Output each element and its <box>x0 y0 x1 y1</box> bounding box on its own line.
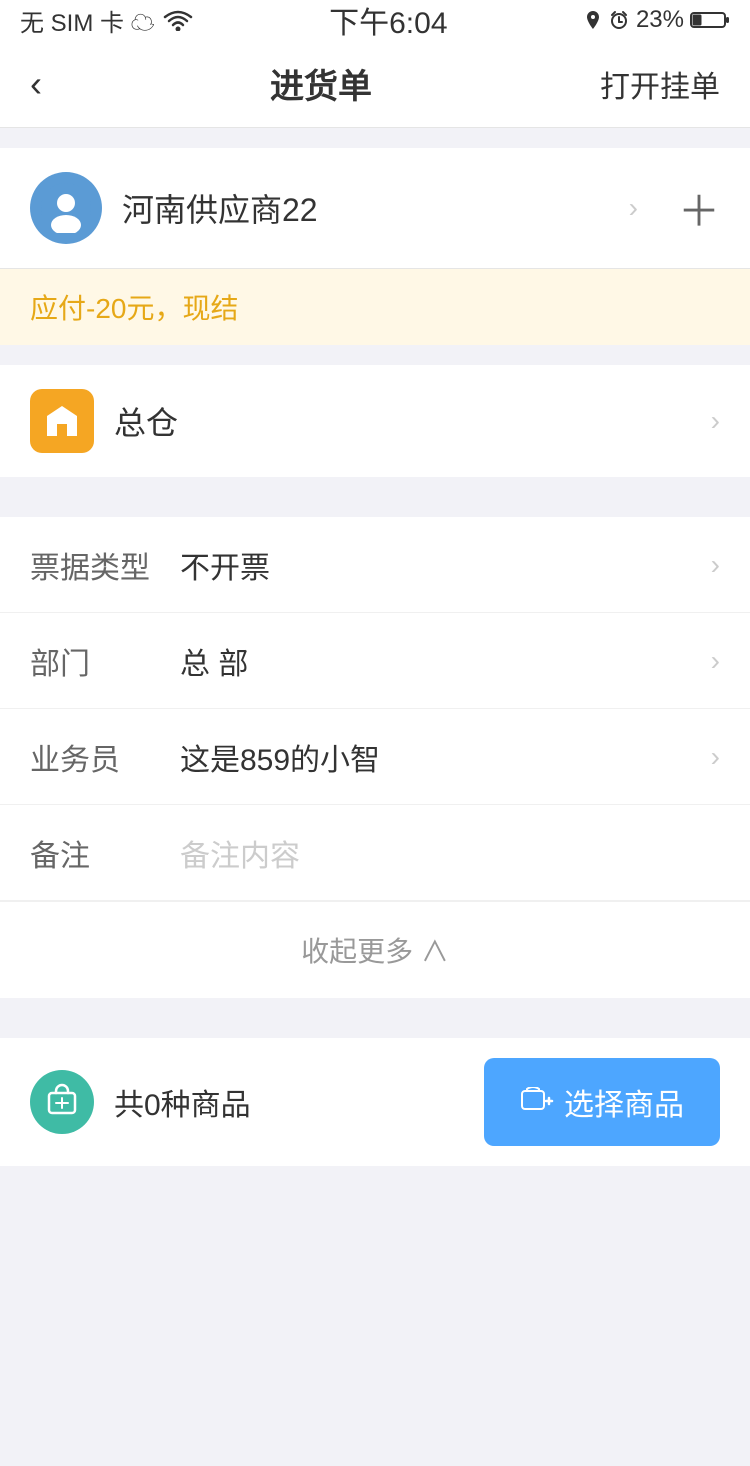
remark-row[interactable]: 备注 备注内容 <box>0 805 750 901</box>
remark-label: 备注 <box>30 831 170 875</box>
back-button[interactable]: ‹ <box>30 63 42 105</box>
add-supplier-button[interactable]: ＋ <box>678 178 720 239</box>
supplier-section: 河南供应商22 › ＋ 应付-20元，现结 <box>0 148 750 345</box>
top-divider <box>0 128 750 148</box>
supplier-row[interactable]: 河南供应商22 › ＋ <box>0 148 750 269</box>
open-pending-button[interactable]: 打开挂单 <box>600 62 720 106</box>
battery-text: 23% <box>636 6 684 34</box>
status-time: 下午6:04 <box>329 0 447 42</box>
mid-divider-1 <box>0 345 750 365</box>
department-value: 总 部 <box>170 639 711 683</box>
alarm-icon <box>608 9 630 31</box>
remark-input[interactable]: 备注内容 <box>170 831 720 875</box>
supplier-avatar <box>30 172 102 244</box>
battery-icon <box>690 10 730 30</box>
bottom-bar: 共0种商品 选择商品 <box>0 1038 750 1166</box>
invoice-type-value: 不开票 <box>170 543 711 587</box>
invoice-type-chevron-icon: › <box>711 549 720 581</box>
notice-banner: 应付-20元，现结 <box>0 269 750 345</box>
mid-divider-3 <box>0 998 750 1018</box>
status-right: 23% <box>584 6 730 34</box>
invoice-type-label: 票据类型 <box>30 543 170 587</box>
warehouse-row[interactable]: 总仓 › <box>0 365 750 477</box>
form-section: 票据类型 不开票 › 部门 总 部 › 业务员 这是859的小智 › 备注 备注… <box>0 517 750 998</box>
salesperson-chevron-icon: › <box>711 741 720 773</box>
department-chevron-icon: › <box>711 645 720 677</box>
status-left: 无 SIM 卡 ☁ <box>20 3 193 38</box>
department-row[interactable]: 部门 总 部 › <box>0 613 750 709</box>
no-sim-text: 无 SIM 卡 ☁ <box>20 3 155 38</box>
invoice-type-row[interactable]: 票据类型 不开票 › <box>0 517 750 613</box>
product-count-icon <box>30 1070 94 1134</box>
wifi-icon <box>163 9 193 31</box>
warehouse-icon <box>30 389 94 453</box>
mid-divider-2 <box>0 477 750 497</box>
salesperson-value: 这是859的小智 <box>170 735 711 779</box>
warehouse-chevron-icon: › <box>711 405 720 437</box>
supplier-chevron-icon: › <box>629 192 638 224</box>
location-icon <box>584 9 602 31</box>
select-product-label: 选择商品 <box>564 1080 684 1124</box>
select-product-button[interactable]: 选择商品 <box>484 1058 720 1146</box>
warehouse-section: 总仓 › <box>0 365 750 477</box>
status-bar: 无 SIM 卡 ☁ 下午6:04 <box>0 0 750 40</box>
warehouse-name: 总仓 <box>114 398 711 444</box>
supplier-name: 河南供应商22 <box>122 185 629 231</box>
page-title: 进货单 <box>270 59 372 108</box>
salesperson-row[interactable]: 业务员 这是859的小智 › <box>0 709 750 805</box>
collapse-button[interactable]: 收起更多 ∧ <box>0 901 750 998</box>
department-label: 部门 <box>30 639 170 683</box>
salesperson-label: 业务员 <box>30 735 170 779</box>
nav-bar: ‹ 进货单 打开挂单 <box>0 40 750 128</box>
product-count-text: 共0种商品 <box>114 1080 484 1124</box>
bottom-content-area <box>0 1166 750 1466</box>
